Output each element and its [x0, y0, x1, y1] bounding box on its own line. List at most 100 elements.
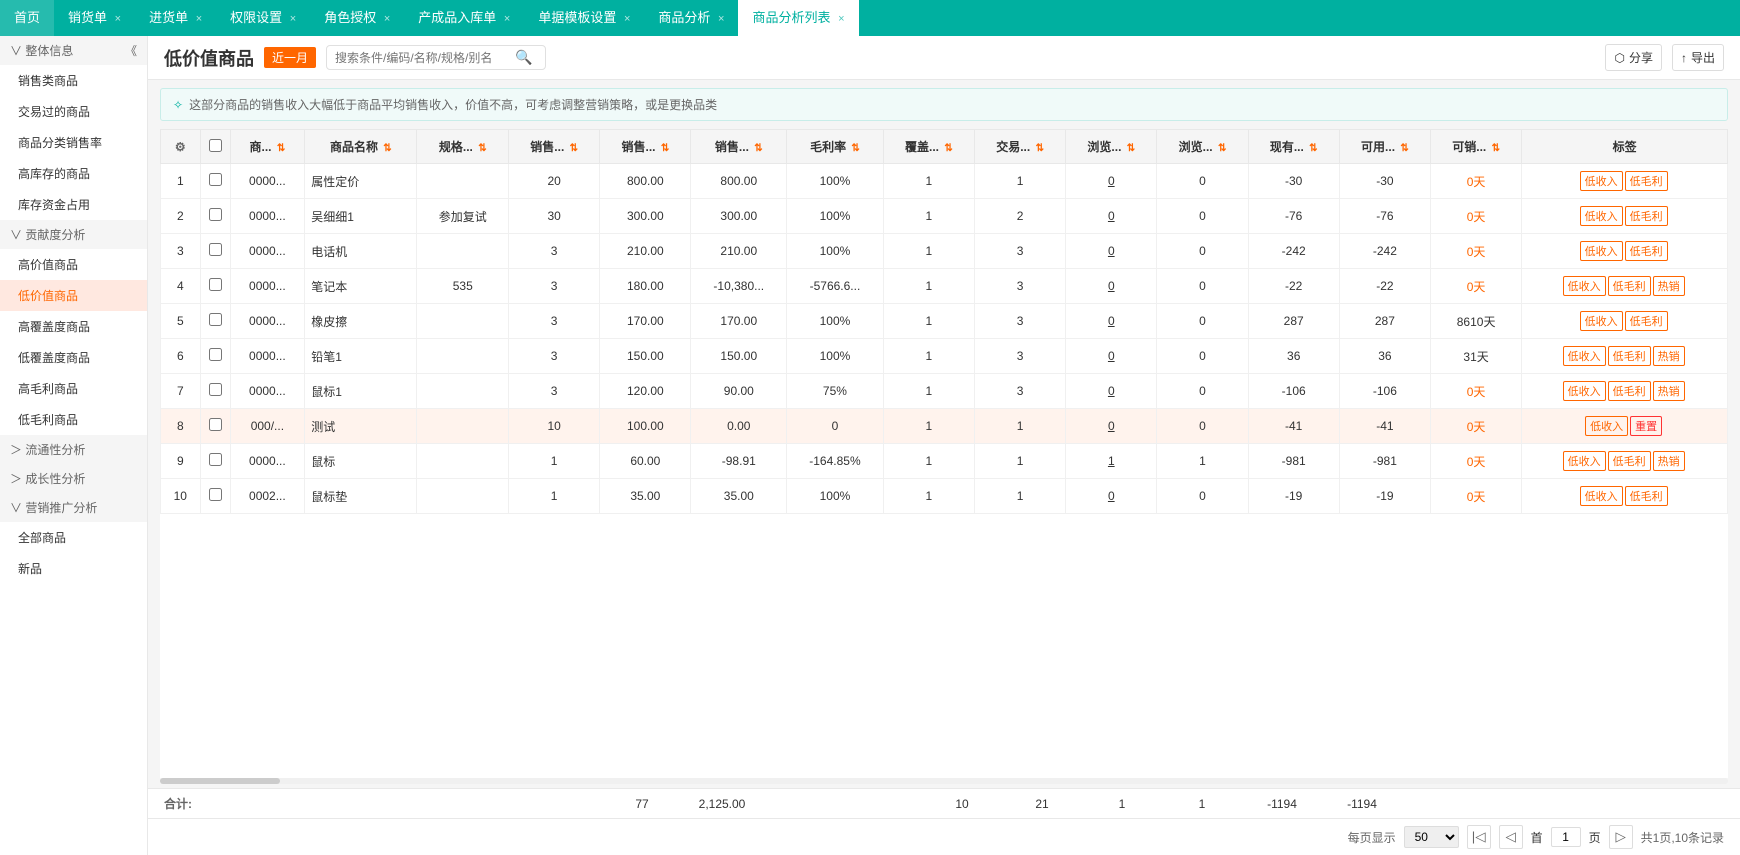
search-input[interactable] — [335, 51, 515, 65]
col-days[interactable]: 可销... ⇅ — [1431, 130, 1522, 164]
row-checkbox[interactable] — [209, 278, 222, 291]
sidebar-item-high-value[interactable]: 高价值商品 — [0, 249, 147, 280]
close-icon[interactable]: × — [384, 13, 390, 25]
row-checkbox[interactable] — [209, 453, 222, 466]
col-avail[interactable]: 可用... ⇅ — [1339, 130, 1430, 164]
close-icon[interactable]: × — [838, 13, 844, 25]
row-browse1[interactable]: 1 — [1066, 444, 1157, 479]
browse-link[interactable]: 0 — [1108, 349, 1115, 363]
col-checkbox[interactable] — [200, 130, 230, 164]
row-browse1[interactable]: 0 — [1066, 339, 1157, 374]
nav-home[interactable]: 首页 — [0, 0, 54, 36]
sidebar-item-traded[interactable]: 交易过的商品 — [0, 96, 147, 127]
sidebar-item-new-products[interactable]: 新品 — [0, 553, 147, 584]
export-button[interactable]: ↑ 导出 — [1672, 44, 1724, 71]
col-sale2[interactable]: 销售... ⇅ — [691, 130, 787, 164]
page-input[interactable] — [1551, 827, 1581, 847]
row-checkbox[interactable] — [209, 418, 222, 431]
search-icon[interactable]: 🔍 — [515, 49, 532, 66]
select-all-checkbox[interactable] — [209, 139, 222, 152]
row-checkbox[interactable] — [209, 383, 222, 396]
nav-product-analysis-list[interactable]: 商品分析列表 × — [738, 0, 858, 36]
next-page-button[interactable]: ▷ — [1609, 825, 1633, 849]
sidebar-item-low-coverage[interactable]: 低覆盖度商品 — [0, 342, 147, 373]
row-browse1[interactable]: 0 — [1066, 304, 1157, 339]
sidebar-item-high-profit[interactable]: 高毛利商品 — [0, 373, 147, 404]
sidebar-item-low-value[interactable]: 低价值商品 — [0, 280, 147, 311]
col-stock[interactable]: 现有... ⇅ — [1248, 130, 1339, 164]
browse-link[interactable]: 0 — [1108, 419, 1115, 433]
row-checkbox[interactable] — [209, 488, 222, 501]
row-checkbox-cell[interactable] — [200, 234, 230, 269]
nav-purchase[interactable]: 进货单 × — [135, 0, 216, 36]
row-checkbox-cell[interactable] — [200, 269, 230, 304]
row-checkbox-cell[interactable] — [200, 164, 230, 199]
close-icon[interactable]: × — [115, 13, 121, 25]
page-size-select[interactable]: 50 100 — [1404, 826, 1459, 848]
sidebar-group-contribution[interactable]: ∨ 贡献度分析 — [0, 220, 147, 249]
row-checkbox[interactable] — [209, 313, 222, 326]
browse-link[interactable]: 0 — [1108, 174, 1115, 188]
col-browse1[interactable]: 浏览... ⇅ — [1066, 130, 1157, 164]
col-sale1[interactable]: 销售... ⇅ — [600, 130, 691, 164]
row-browse1[interactable]: 0 — [1066, 479, 1157, 514]
browse-link[interactable]: 0 — [1108, 489, 1115, 503]
row-checkbox-cell[interactable] — [200, 444, 230, 479]
nav-sales[interactable]: 销货单 × — [54, 0, 135, 36]
sidebar-item-category-rate[interactable]: 商品分类销售率 — [0, 127, 147, 158]
sidebar-group-circulation[interactable]: ＞ 流通性分析 — [0, 435, 147, 464]
sidebar-item-high-stock[interactable]: 高库存的商品 — [0, 158, 147, 189]
row-browse1[interactable]: 0 — [1066, 199, 1157, 234]
close-icon[interactable]: × — [718, 13, 724, 25]
row-browse1[interactable]: 0 — [1066, 374, 1157, 409]
browse-link[interactable]: 0 — [1108, 244, 1115, 258]
sidebar-item-capital[interactable]: 库存资金占用 — [0, 189, 147, 220]
col-gross[interactable]: 毛利率 ⇅ — [787, 130, 884, 164]
row-browse1[interactable]: 0 — [1066, 164, 1157, 199]
browse-link[interactable]: 0 — [1108, 314, 1115, 328]
row-browse1[interactable]: 0 — [1066, 269, 1157, 304]
sidebar-item-low-profit[interactable]: 低毛利商品 — [0, 404, 147, 435]
horizontal-scrollbar[interactable] — [160, 778, 1728, 784]
close-icon[interactable]: × — [290, 13, 296, 25]
close-icon[interactable]: × — [624, 13, 630, 25]
prev-page-button[interactable]: ◁ — [1499, 825, 1523, 849]
col-code[interactable]: 商... ⇅ — [230, 130, 305, 164]
row-browse1[interactable]: 0 — [1066, 234, 1157, 269]
sidebar-group-growth[interactable]: ＞ 成长性分析 — [0, 464, 147, 493]
col-qty[interactable]: 销售... ⇅ — [509, 130, 600, 164]
col-browse2[interactable]: 浏览... ⇅ — [1157, 130, 1248, 164]
nav-product-analysis[interactable]: 商品分析 × — [644, 0, 738, 36]
sidebar-item-all-products[interactable]: 全部商品 — [0, 522, 147, 553]
sidebar-item-sales-products[interactable]: 销售类商品 — [0, 65, 147, 96]
sidebar-item-high-coverage[interactable]: 高覆盖度商品 — [0, 311, 147, 342]
nav-templates[interactable]: 单据模板设置 × — [524, 0, 644, 36]
row-checkbox[interactable] — [209, 173, 222, 186]
data-table-wrapper[interactable]: ⚙ 商... ⇅ 商品名称 ⇅ 规格... ⇅ 销售... ⇅ 销售... ⇅ … — [160, 129, 1728, 778]
row-checkbox-cell[interactable] — [200, 304, 230, 339]
row-checkbox-cell[interactable] — [200, 339, 230, 374]
row-checkbox-cell[interactable] — [200, 199, 230, 234]
col-trade[interactable]: 交易... ⇅ — [974, 130, 1065, 164]
nav-permissions[interactable]: 权限设置 × — [216, 0, 310, 36]
first-page-button[interactable]: |◁ — [1467, 825, 1491, 849]
col-settings[interactable]: ⚙ — [161, 130, 201, 164]
row-checkbox[interactable] — [209, 243, 222, 256]
browse-link[interactable]: 0 — [1108, 279, 1115, 293]
close-icon[interactable]: × — [196, 13, 202, 25]
scrollbar-thumb[interactable] — [160, 778, 280, 784]
row-checkbox-cell[interactable] — [200, 479, 230, 514]
row-checkbox-cell[interactable] — [200, 374, 230, 409]
row-checkbox-cell[interactable] — [200, 409, 230, 444]
row-checkbox[interactable] — [209, 208, 222, 221]
browse-link[interactable]: 1 — [1108, 454, 1115, 468]
close-icon[interactable]: × — [504, 13, 510, 25]
filter-recent-month-button[interactable]: 近一月 — [264, 47, 316, 68]
row-browse1[interactable]: 0 — [1066, 409, 1157, 444]
gear-icon[interactable]: ⚙ — [175, 140, 186, 154]
row-checkbox[interactable] — [209, 348, 222, 361]
sidebar-group-marketing[interactable]: ∨ 营销推广分析 — [0, 493, 147, 522]
share-button[interactable]: ⬡ 分享 — [1605, 44, 1662, 71]
browse-link[interactable]: 0 — [1108, 384, 1115, 398]
col-name[interactable]: 商品名称 ⇅ — [305, 130, 417, 164]
